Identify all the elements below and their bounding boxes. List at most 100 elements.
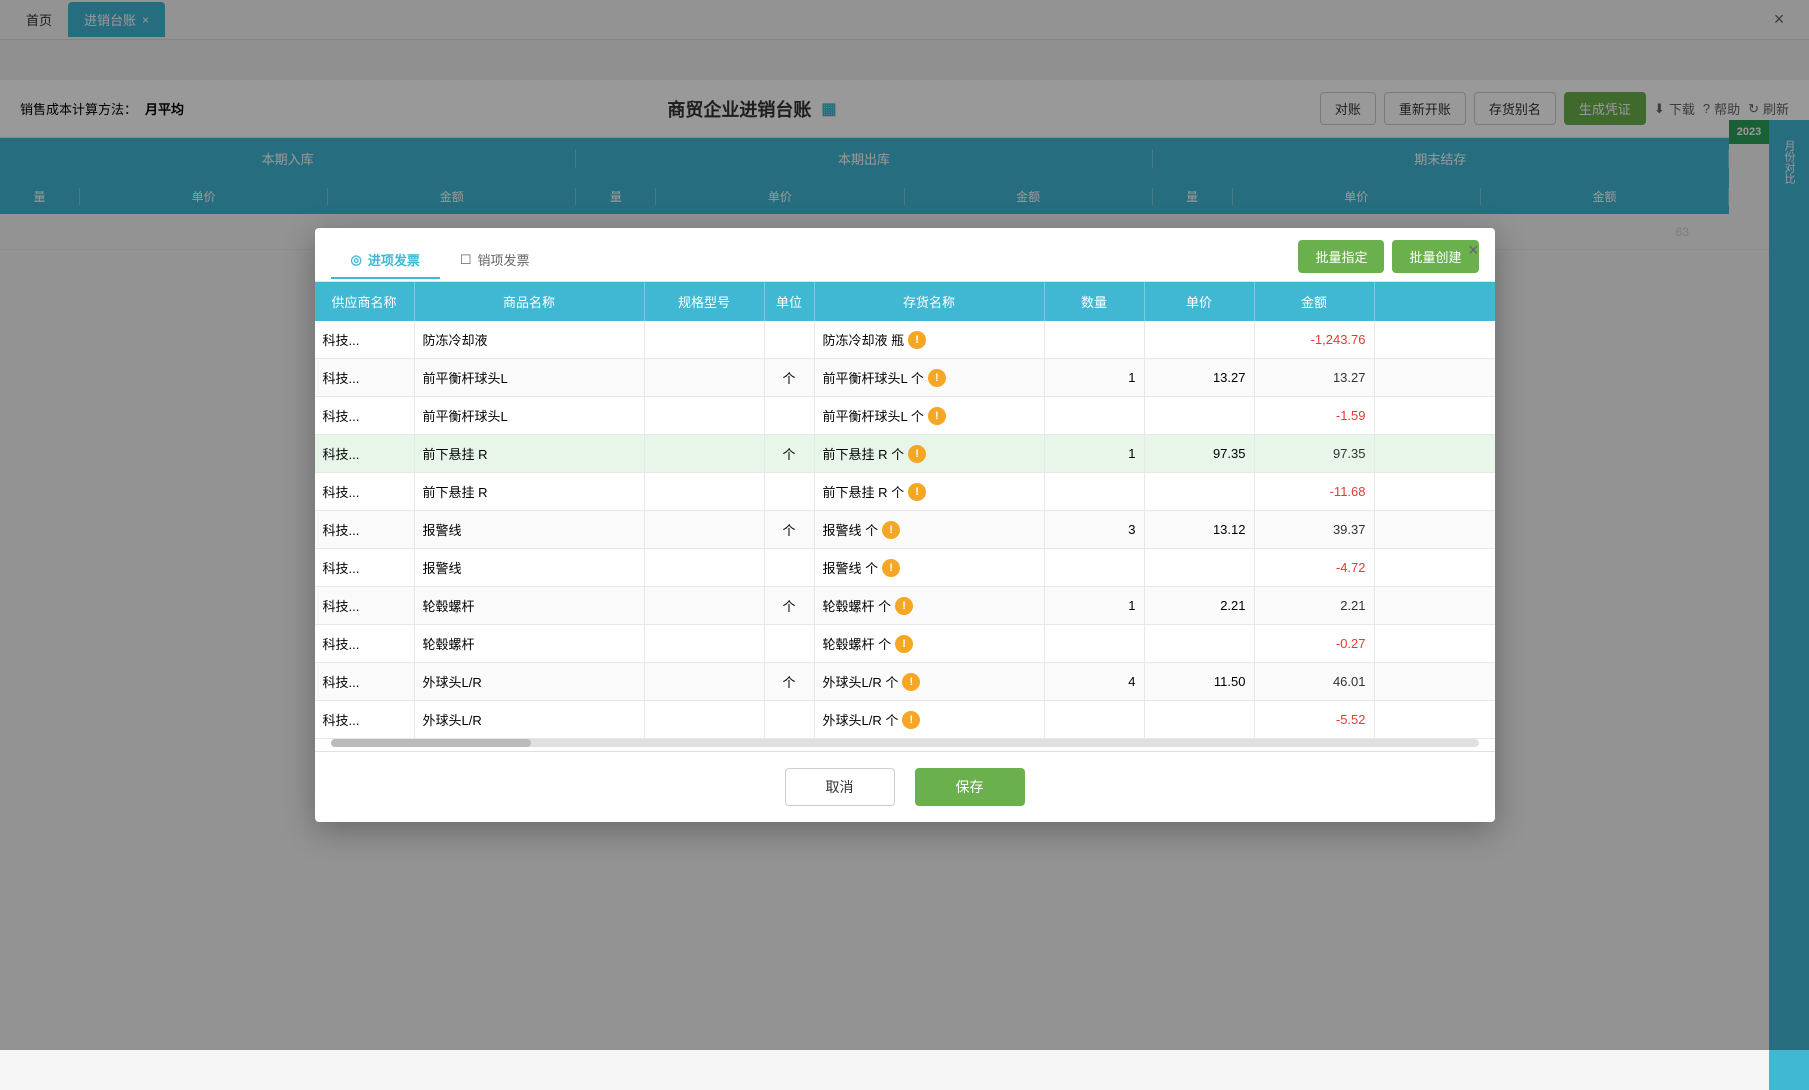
table-row[interactable]: 科技... 防冻冷却液 防冻冷却液 瓶 ! -1,243.76 [315,321,1495,359]
cell-supplier: 科技... [315,359,415,396]
cell-product: 报警线 [415,549,645,586]
table-body: 科技... 防冻冷却液 防冻冷却液 瓶 ! -1,243.76 科技... 前平… [315,321,1495,739]
cell-qty: 3 [1045,511,1145,548]
cell-price: 11.50 [1145,663,1255,700]
cell-product: 轮毂螺杆 [415,625,645,662]
cell-price: 13.12 [1145,511,1255,548]
cell-spec [645,625,765,662]
cell-product: 防冻冷却液 [415,321,645,358]
cancel-button[interactable]: 取消 [785,768,895,806]
cell-product: 前平衡杆球头L [415,397,645,434]
cell-qty: 1 [1045,435,1145,472]
cell-qty [1045,701,1145,738]
cell-price: 13.27 [1145,359,1255,396]
warning-icon: ! [928,407,946,425]
cell-unit [765,701,815,738]
warning-icon: ! [902,711,920,729]
cell-supplier: 科技... [315,587,415,624]
warning-icon: ! [908,483,926,501]
tab-purchase-invoice[interactable]: ◎ 进项发票 [331,242,440,279]
cell-price [1145,321,1255,358]
warning-icon: ! [882,559,900,577]
cell-amount: 97.35 [1255,435,1375,472]
cell-product: 前平衡杆球头L [415,359,645,396]
table-row[interactable]: 科技... 前下悬挂 R 个 前下悬挂 R 个 ! 1 97.35 97.35 [315,435,1495,473]
cell-unit: 个 [765,663,815,700]
table-row[interactable]: 科技... 前平衡杆球头L 前平衡杆球头L 个 ! -1.59 [315,397,1495,435]
cell-inventory: 前平衡杆球头L 个 ! [815,397,1045,434]
cell-unit: 个 [765,511,815,548]
cell-supplier: 科技... [315,397,415,434]
batch-designate-button[interactable]: 批量指定 [1298,240,1384,273]
cell-unit [765,397,815,434]
cell-qty [1045,321,1145,358]
cell-spec [645,701,765,738]
cell-product: 轮毂螺杆 [415,587,645,624]
cell-supplier: 科技... [315,549,415,586]
cell-inventory: 报警线 个 ! [815,511,1045,548]
cell-amount: -0.27 [1255,625,1375,662]
table-row[interactable]: 科技... 轮毂螺杆 个 轮毂螺杆 个 ! 1 2.21 2.21 [315,587,1495,625]
cell-spec [645,511,765,548]
purchase-tab-icon: ◎ [351,252,362,268]
cell-inventory: 轮毂螺杆 个 ! [815,625,1045,662]
cell-unit: 个 [765,435,815,472]
cell-supplier: 科技... [315,435,415,472]
cell-spec [645,549,765,586]
cell-inventory: 外球头L/R 个 ! [815,701,1045,738]
cell-price [1145,473,1255,510]
cell-price [1145,549,1255,586]
cell-unit: 个 [765,359,815,396]
table-row[interactable]: 科技... 报警线 报警线 个 ! -4.72 [315,549,1495,587]
col-header-supplier: 供应商名称 [315,282,415,321]
cell-unit [765,549,815,586]
col-header-price: 单价 [1145,282,1255,321]
col-header-amount: 金额 [1255,282,1375,321]
table-header: 供应商名称 商品名称 规格型号 单位 存货名称 数量 单价 金额 [315,282,1495,321]
warning-icon: ! [895,635,913,653]
cell-spec [645,321,765,358]
table-row[interactable]: 科技... 外球头L/R 个 外球头L/R 个 ! 4 11.50 46.01 [315,663,1495,701]
cell-product: 外球头L/R [415,701,645,738]
modal-close-button[interactable]: × [1468,240,1479,261]
warning-icon: ! [895,597,913,615]
cell-amount: -1,243.76 [1255,321,1375,358]
scrollbar-thumb[interactable] [331,739,531,747]
cell-qty [1045,397,1145,434]
modal-footer: 取消 保存 [315,751,1495,822]
table-row[interactable]: 科技... 外球头L/R 外球头L/R 个 ! -5.52 [315,701,1495,739]
cell-unit: 个 [765,587,815,624]
col-header-spec: 规格型号 [645,282,765,321]
cell-supplier: 科技... [315,511,415,548]
table-row[interactable]: 科技... 前下悬挂 R 前下悬挂 R 个 ! -11.68 [315,473,1495,511]
cell-price [1145,397,1255,434]
cell-amount: -1.59 [1255,397,1375,434]
cell-spec [645,663,765,700]
cell-spec [645,435,765,472]
cell-price [1145,625,1255,662]
table-row[interactable]: 科技... 前平衡杆球头L 个 前平衡杆球头L 个 ! 1 13.27 13.2… [315,359,1495,397]
modal-tabs: ◎ 进项发票 ☐ 销项发票 批量指定 批量创建 [315,228,1495,282]
cell-supplier: 科技... [315,701,415,738]
cell-product: 外球头L/R [415,663,645,700]
tab-sales-invoice[interactable]: ☐ 销项发票 [440,242,550,279]
purchase-tab-label: 进项发票 [368,250,420,269]
cell-amount: 46.01 [1255,663,1375,700]
cell-qty [1045,473,1145,510]
cell-supplier: 科技... [315,473,415,510]
horizontal-scrollbar[interactable] [331,739,1479,747]
cell-spec [645,397,765,434]
cell-product: 前下悬挂 R [415,473,645,510]
cell-price: 2.21 [1145,587,1255,624]
cell-inventory: 轮毂螺杆 个 ! [815,587,1045,624]
save-button[interactable]: 保存 [915,768,1025,806]
cell-amount: -5.52 [1255,701,1375,738]
table-row[interactable]: 科技... 轮毂螺杆 轮毂螺杆 个 ! -0.27 [315,625,1495,663]
cell-amount: 13.27 [1255,359,1375,396]
table-row[interactable]: 科技... 报警线 个 报警线 个 ! 3 13.12 39.37 [315,511,1495,549]
col-header-qty: 数量 [1045,282,1145,321]
warning-icon: ! [928,369,946,387]
warning-icon: ! [908,331,926,349]
batch-create-button[interactable]: 批量创建 [1392,240,1478,273]
cell-amount: -11.68 [1255,473,1375,510]
